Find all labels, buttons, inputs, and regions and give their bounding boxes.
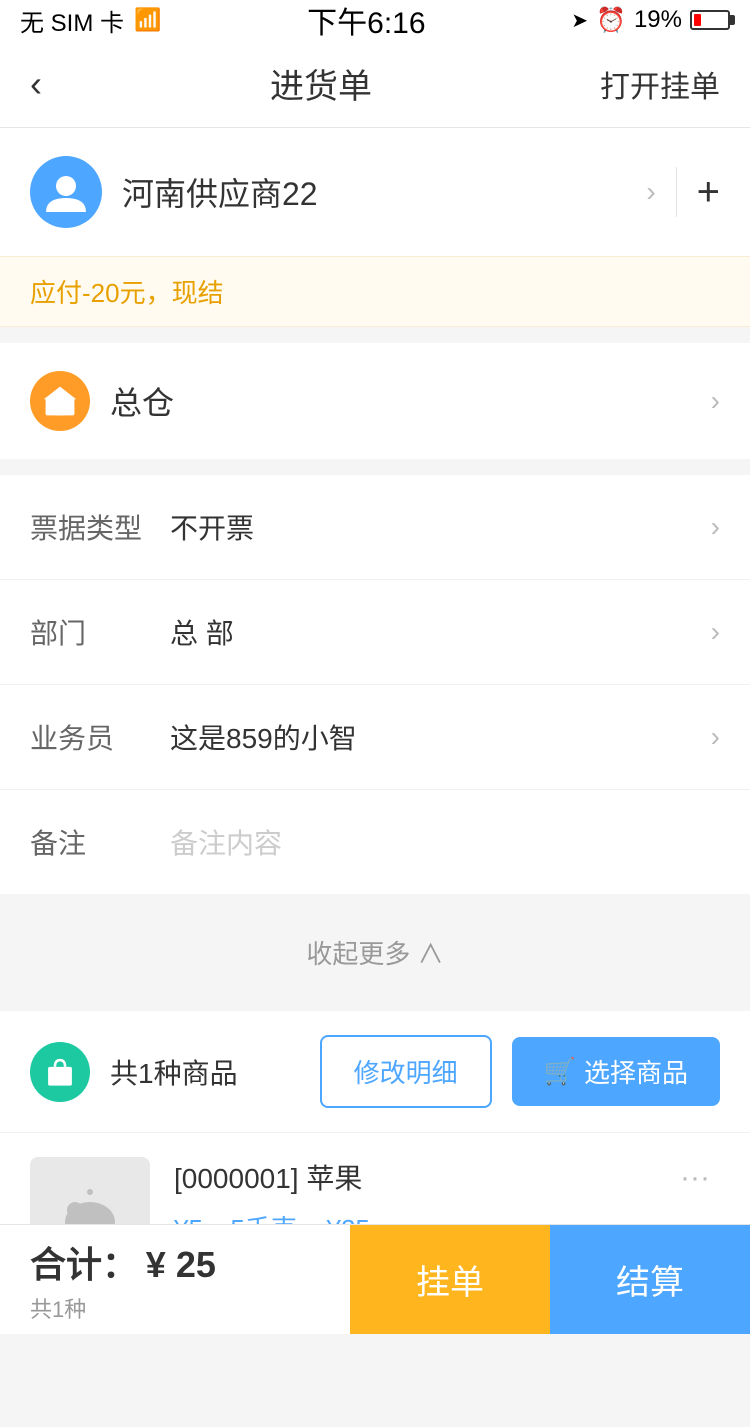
- invoice-type-value: 不开票: [170, 507, 711, 547]
- total-label: 合计：: [30, 1244, 138, 1285]
- checkout-button[interactable]: 结算: [550, 1225, 750, 1334]
- footer-total-main: 合计： ¥ 25: [30, 1236, 320, 1288]
- select-product-button[interactable]: 🛒 选择商品: [512, 1037, 720, 1106]
- product-count: 共1种商品: [110, 1052, 300, 1092]
- department-value: 总 部: [170, 612, 711, 652]
- salesperson-arrow-icon: ›: [711, 721, 720, 753]
- status-bar-right: ➤ ⏰ 19%: [571, 6, 730, 35]
- warehouse-arrow-icon: ›: [711, 385, 720, 417]
- product-more-button[interactable]: ···: [670, 1157, 720, 1199]
- footer-total: 合计： ¥ 25 共1种: [0, 1225, 350, 1334]
- salesperson-row[interactable]: 业务员 这是859的小智 ›: [0, 685, 750, 790]
- product-code: [0000001]: [174, 1163, 306, 1194]
- battery-icon: [690, 10, 730, 30]
- notice-text: 应付-20元，现结: [30, 278, 224, 308]
- department-row[interactable]: 部门 总 部 ›: [0, 580, 750, 685]
- status-bar: 无 SIM 卡 📶 下午6:16 ➤ ⏰ 19%: [0, 0, 750, 40]
- remark-label: 备注: [30, 822, 170, 862]
- supplier-section: 河南供应商22 › + 应付-20元，现结: [0, 128, 750, 327]
- nav-bar: ‹ 进货单 打开挂单: [0, 40, 750, 128]
- collapse-button[interactable]: 收起更多 ∧: [0, 910, 750, 995]
- product-name: [0000001] 苹果: [174, 1157, 670, 1197]
- product-icon: [30, 1042, 90, 1102]
- supplier-divider: [676, 167, 677, 217]
- invoice-type-label: 票据类型: [30, 507, 170, 547]
- notice-bar: 应付-20元，现结: [0, 256, 750, 327]
- invoice-type-row[interactable]: 票据类型 不开票 ›: [0, 475, 750, 580]
- open-suspend-button[interactable]: 打开挂单: [600, 62, 720, 106]
- status-bar-time: 下午6:16: [307, 0, 425, 42]
- page-title: 进货单: [270, 59, 372, 108]
- warehouse-icon: [30, 371, 90, 431]
- product-title: 苹果: [306, 1163, 362, 1194]
- salesperson-value: 这是859的小智: [170, 717, 711, 757]
- select-product-icon: 🛒: [544, 1056, 576, 1087]
- department-arrow-icon: ›: [711, 616, 720, 648]
- form-section: 票据类型 不开票 › 部门 总 部 › 业务员 这是859的小智 › 备注 备注…: [0, 475, 750, 894]
- supplier-name: 河南供应商22: [122, 169, 646, 215]
- footer: 合计： ¥ 25 共1种 挂单 结算: [0, 1224, 750, 1334]
- product-header: 共1种商品 修改明细 🛒 选择商品: [0, 1011, 750, 1132]
- status-bar-left: 无 SIM 卡 📶: [20, 3, 161, 38]
- remark-input[interactable]: 备注内容: [170, 822, 720, 862]
- supplier-arrow-icon: ›: [646, 176, 655, 208]
- collapse-label: 收起更多 ∧: [306, 934, 443, 971]
- footer-total-sub: 共1种: [30, 1292, 320, 1324]
- add-supplier-button[interactable]: +: [697, 170, 720, 215]
- select-product-label: 选择商品: [584, 1053, 688, 1090]
- battery-text: 19%: [634, 6, 682, 34]
- edit-detail-button[interactable]: 修改明细: [320, 1035, 492, 1108]
- salesperson-label: 业务员: [30, 717, 170, 757]
- location-icon: ➤: [571, 8, 588, 33]
- alarm-icon: ⏰: [596, 6, 626, 35]
- supplier-row[interactable]: 河南供应商22 › +: [0, 128, 750, 256]
- back-button[interactable]: ‹: [30, 63, 42, 105]
- warehouse-section: 总仓 ›: [0, 343, 750, 459]
- remark-row[interactable]: 备注 备注内容: [0, 790, 750, 894]
- invoice-type-arrow-icon: ›: [711, 511, 720, 543]
- total-amount: ¥ 25: [146, 1244, 216, 1285]
- warehouse-name: 总仓: [110, 378, 711, 424]
- warehouse-row[interactable]: 总仓 ›: [0, 343, 750, 459]
- department-label: 部门: [30, 612, 170, 652]
- suspend-button[interactable]: 挂单: [350, 1225, 550, 1334]
- carrier-text: 无 SIM 卡: [20, 3, 124, 38]
- supplier-avatar: [30, 156, 102, 228]
- wifi-icon: 📶: [134, 7, 161, 33]
